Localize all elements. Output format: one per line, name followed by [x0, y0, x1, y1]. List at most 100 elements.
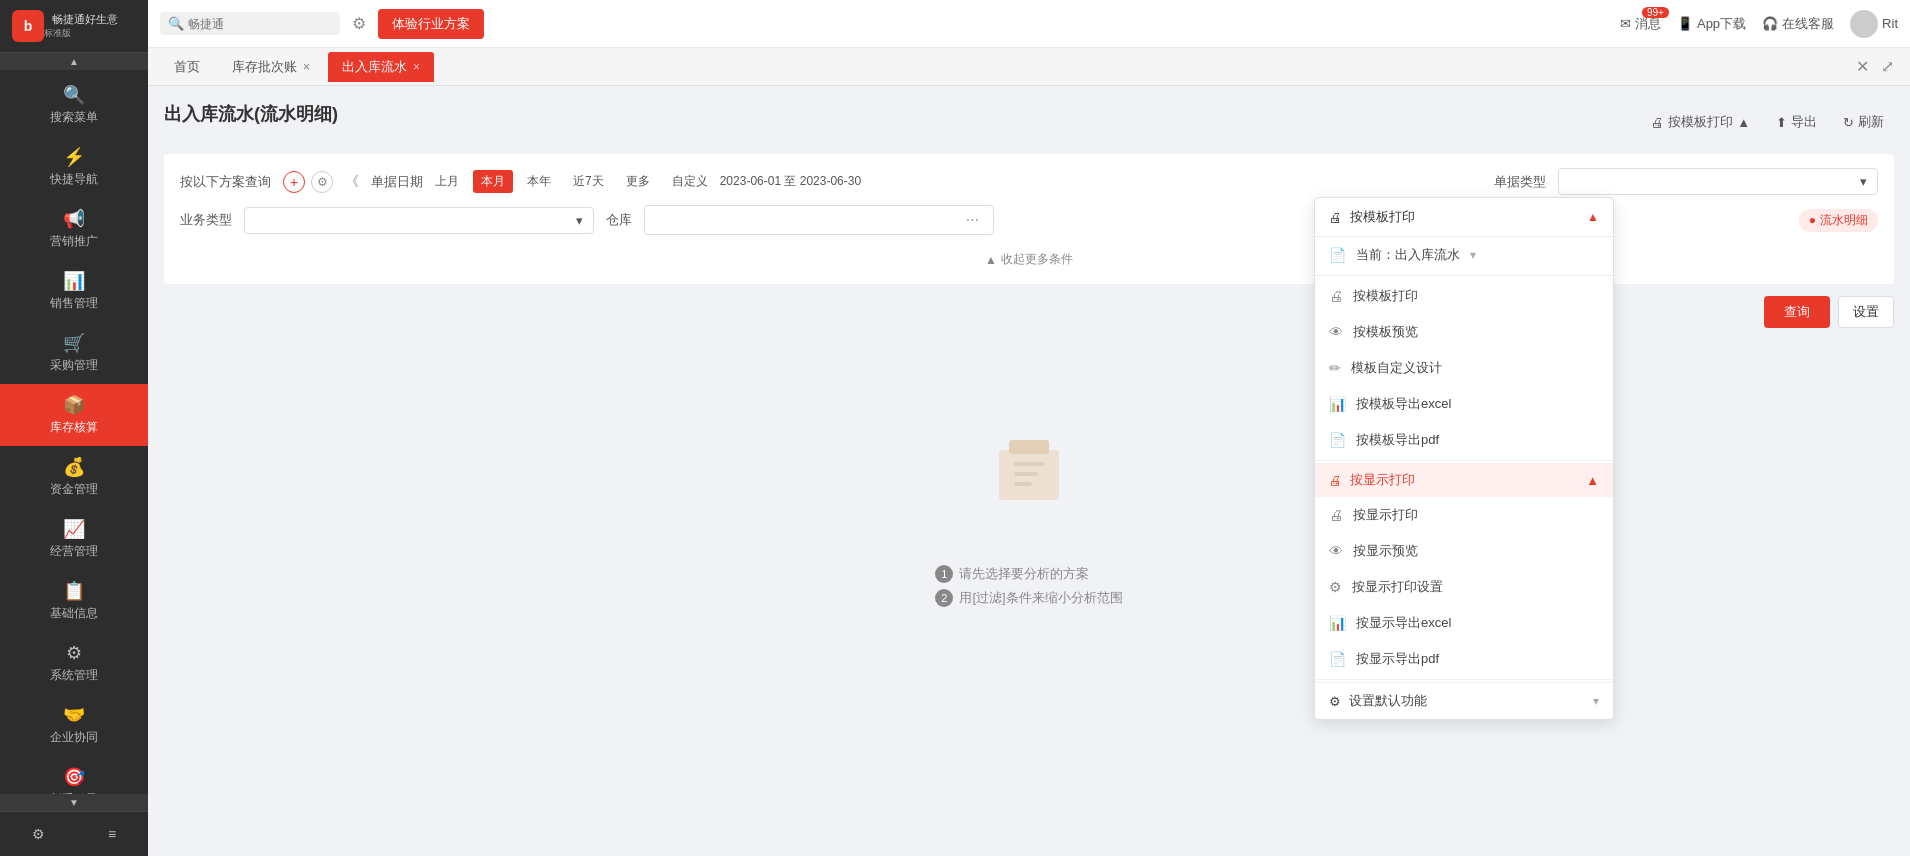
filter-collapse-button[interactable]: 《	[345, 173, 359, 191]
sidebar-item-enterprise[interactable]: 🤝企业协同	[0, 694, 148, 756]
promo-button[interactable]: 体验行业方案	[378, 9, 484, 39]
template-preview-item[interactable]: 👁 按模板预览	[1315, 314, 1613, 350]
tab-home[interactable]: 首页	[160, 52, 214, 82]
display-print-section-label: 按显示打印	[1350, 471, 1415, 489]
settings-footer-btn[interactable]: ⚙	[28, 822, 49, 846]
print-dropdown-header[interactable]: 🖨 按模板打印 ▲	[1315, 198, 1613, 237]
search-box[interactable]: 🔍	[160, 12, 340, 35]
app-download-button[interactable]: 📱 App下载	[1677, 15, 1746, 33]
nav-label-operations: 经营管理	[50, 543, 98, 560]
top-bar-right: ✉ 消息 99+ 📱 App下载 🎧 在线客服 Rit	[1620, 10, 1898, 38]
sidebar-item-inventory[interactable]: 📦库存核算	[0, 384, 148, 446]
display-preview-icon: 👁	[1329, 543, 1343, 559]
sidebar-item-system[interactable]: ⚙系统管理	[0, 632, 148, 694]
sidebar-item-purchase[interactable]: 🛒采购管理	[0, 322, 148, 384]
message-badge: 99+	[1642, 7, 1669, 18]
nav-label-shortcut: 快捷导航	[50, 171, 98, 188]
business-type-dropdown[interactable]: ▾	[244, 207, 594, 234]
current-chevron: ▾	[1470, 248, 1476, 262]
display-print-item[interactable]: 🖨 按显示打印	[1315, 497, 1613, 533]
divider-2	[1315, 460, 1613, 461]
set-default-icon: ⚙	[1329, 694, 1341, 709]
sidebar-scroll-down[interactable]: ▼	[0, 794, 148, 811]
display-preview-label: 按显示预览	[1353, 542, 1418, 560]
sidebar-item-operations[interactable]: 📈经营管理	[0, 508, 148, 570]
collapse-up-icon: ▲	[985, 253, 997, 267]
date-btn-7days[interactable]: 近7天	[565, 170, 612, 193]
printer-icon: 🖨	[1651, 115, 1664, 130]
doc-type-dropdown[interactable]: ▾	[1558, 168, 1878, 195]
nav-icon-enterprise: 🤝	[63, 704, 85, 726]
export-button[interactable]: ⬆ 导出	[1766, 108, 1827, 136]
display-preview-item[interactable]: 👁 按显示预览	[1315, 533, 1613, 569]
sidebar-item-shortcut[interactable]: ⚡快捷导航	[0, 136, 148, 198]
sidebar-item-search[interactable]: 🔍搜索菜单	[0, 74, 148, 136]
display-export-excel-item[interactable]: 📊 按显示导出excel	[1315, 605, 1613, 641]
print-label: 按模板打印	[1668, 113, 1733, 131]
nav-icon-guide: 🎯	[63, 766, 85, 788]
refresh-label: 刷新	[1858, 113, 1884, 131]
nav-icon-search: 🔍	[63, 84, 85, 106]
chevron-down-icon-2: ▾	[576, 213, 583, 228]
template-export-pdf-item[interactable]: 📄 按模板导出pdf	[1315, 422, 1613, 458]
filter-add-button[interactable]: +	[283, 171, 305, 193]
date-btn-more[interactable]: 更多	[618, 170, 658, 193]
template-pdf-icon: 📄	[1329, 432, 1346, 448]
message-button[interactable]: ✉ 消息 99+	[1620, 15, 1661, 33]
template-custom-icon: ✏	[1329, 360, 1341, 376]
date-btn-this-year[interactable]: 本年	[519, 170, 559, 193]
tab-inventory-batch[interactable]: 库存批次账 ×	[218, 52, 324, 82]
warehouse-ellipsis-button[interactable]: ···	[962, 211, 983, 229]
current-template-item[interactable]: 📄 当前：出入库流水 ▾	[1315, 237, 1613, 273]
step-1-text: 请先选择要分析的方案	[959, 565, 1089, 583]
date-filter-label: 单据日期	[371, 173, 423, 191]
search-input[interactable]	[188, 17, 332, 31]
user-avatar[interactable]: Rit	[1850, 10, 1898, 38]
template-export-excel-item[interactable]: 📊 按模板导出excel	[1315, 386, 1613, 422]
warehouse-dropdown[interactable]: ···	[644, 205, 994, 235]
nav-icon-finance: 💰	[63, 456, 85, 478]
customer-service-button[interactable]: 🎧 在线客服	[1762, 15, 1834, 33]
top-bar: 🔍 ⚙ 体验行业方案 ✉ 消息 99+ 📱 App下载 🎧 在线客服	[148, 0, 1910, 48]
settings-button[interactable]: 设置	[1838, 296, 1894, 328]
template-preview-icon: 👁	[1329, 324, 1343, 340]
tab-inventory-batch-close[interactable]: ×	[303, 60, 310, 74]
gear-icon[interactable]: ⚙	[348, 10, 370, 37]
sidebar-scroll-up[interactable]: ▲	[0, 53, 148, 70]
date-btn-last-month[interactable]: 上月	[427, 170, 467, 193]
template-excel-icon: 📊	[1329, 396, 1346, 412]
sidebar-item-finance[interactable]: 💰资金管理	[0, 446, 148, 508]
nav-icon-marketing: 📢	[63, 208, 85, 230]
query-button[interactable]: 查询	[1764, 296, 1830, 328]
date-btn-custom[interactable]: 自定义	[664, 170, 716, 193]
maximize-tab-button[interactable]: ⤢	[1877, 55, 1898, 78]
sidebar-item-basic[interactable]: 📋基础信息	[0, 570, 148, 632]
tab-inout-flow[interactable]: 出入库流水 ×	[328, 52, 434, 82]
tab-inout-flow-close[interactable]: ×	[413, 60, 420, 74]
tabs-right-controls: ✕ ⤢	[1852, 55, 1898, 78]
sidebar-item-sales[interactable]: 📊销售管理	[0, 260, 148, 322]
main-area: 🔍 ⚙ 体验行业方案 ✉ 消息 99+ 📱 App下载 🎧 在线客服	[148, 0, 1910, 856]
close-tab-button[interactable]: ✕	[1852, 55, 1873, 78]
collapse-button[interactable]: ▲ 收起更多条件	[985, 251, 1073, 268]
display-print-settings-item[interactable]: ⚙ 按显示打印设置	[1315, 569, 1613, 605]
date-btn-this-month[interactable]: 本月	[473, 170, 513, 193]
sidebar-item-guide[interactable]: 🎯新手引导	[0, 756, 148, 794]
print-button[interactable]: 🖨 按模板打印 ▲	[1641, 108, 1760, 136]
template-custom-item[interactable]: ✏ 模板自定义设计	[1315, 350, 1613, 386]
set-default-row[interactable]: ⚙ 设置默认功能 ▾	[1315, 682, 1613, 719]
message-icon: ✉	[1620, 16, 1631, 31]
display-export-pdf-item[interactable]: 📄 按显示导出pdf	[1315, 641, 1613, 677]
nav-icon-system: ⚙	[66, 642, 82, 664]
template-print-item[interactable]: 🖨 按模板打印	[1315, 278, 1613, 314]
search-icon: 🔍	[168, 16, 184, 31]
template-custom-label: 模板自定义设计	[1351, 359, 1442, 377]
help-footer-btn[interactable]: ≡	[104, 822, 120, 846]
nav-icon-basic: 📋	[63, 580, 85, 602]
sidebar-item-marketing[interactable]: 📢营销推广	[0, 198, 148, 260]
refresh-button[interactable]: ↻ 刷新	[1833, 108, 1894, 136]
display-print-section-header[interactable]: 🖨 按显示打印 ▲	[1315, 463, 1613, 497]
tab-home-label: 首页	[174, 58, 200, 76]
filter-setting-button[interactable]: ⚙	[311, 171, 333, 193]
display-print-section-label-wrap: 🖨 按显示打印	[1329, 471, 1415, 489]
